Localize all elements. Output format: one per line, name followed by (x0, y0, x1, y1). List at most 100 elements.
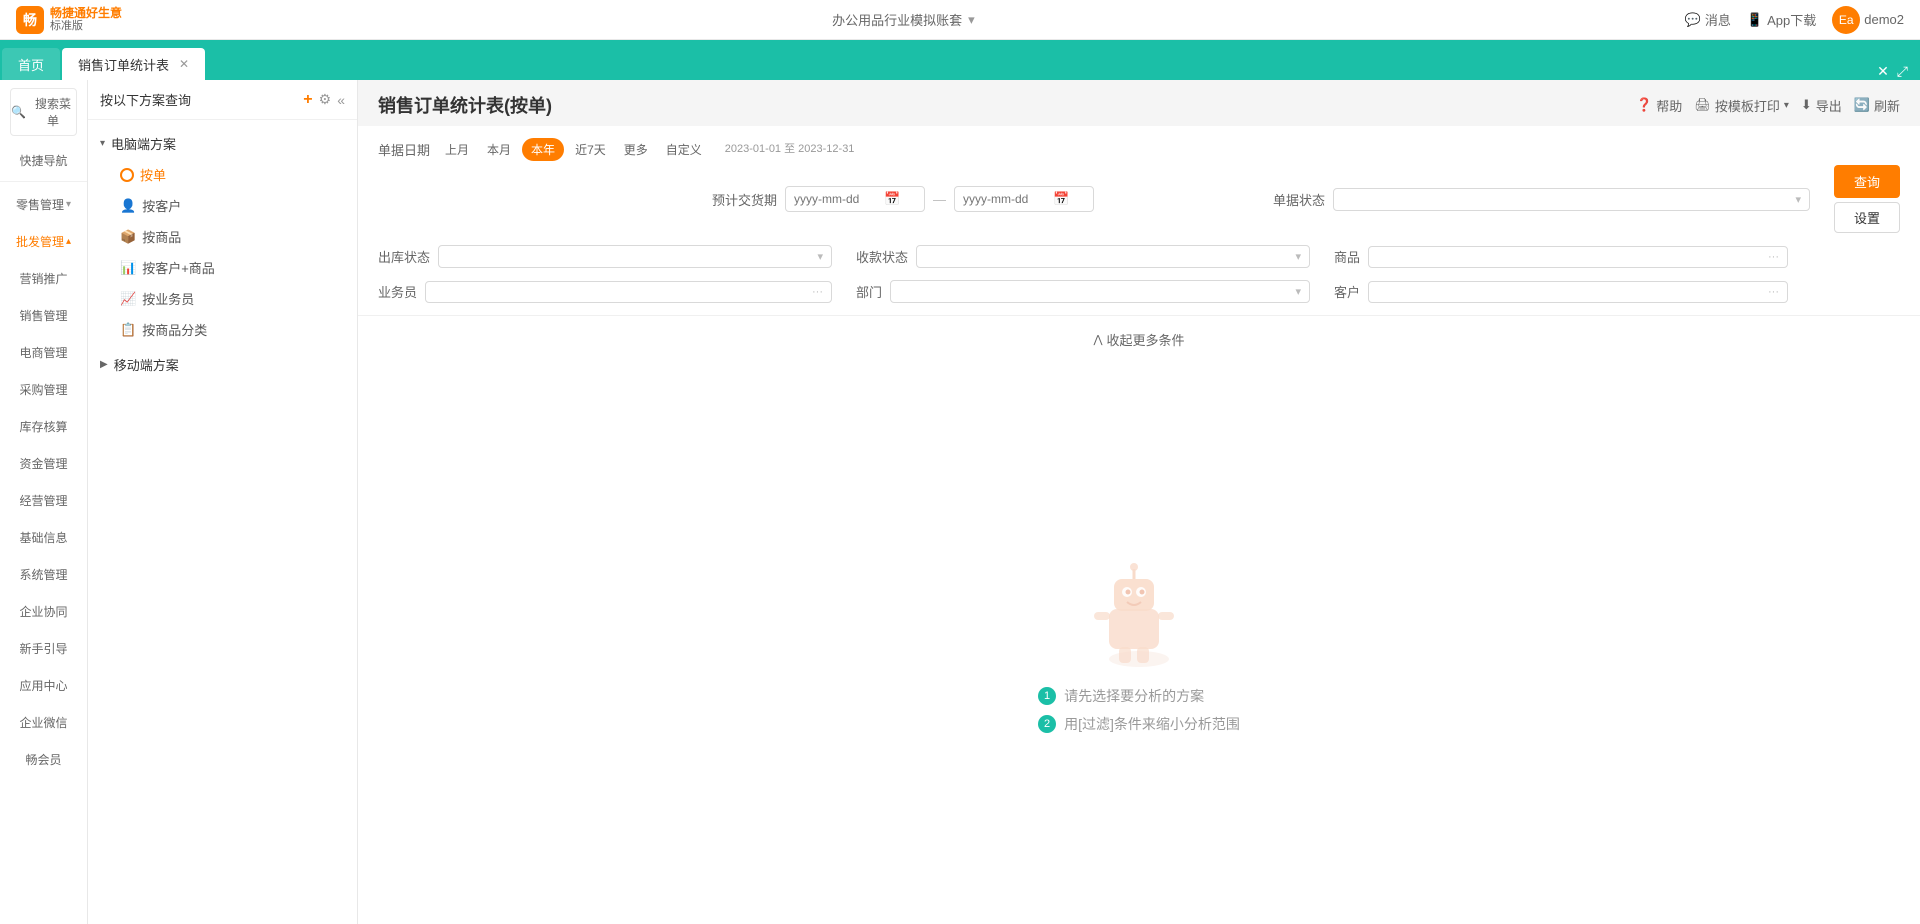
workspace-selector[interactable]: 办公用品行业模拟账套 ▾ (832, 10, 975, 29)
sidebar-item-newbie[interactable]: 新手引导 (0, 630, 87, 667)
sidebar-item-purchase[interactable]: 采购管理 (0, 371, 87, 408)
search-icon: 🔍 (11, 105, 26, 119)
out-status-chevron-icon: ▾ (817, 250, 823, 263)
tree-item-by-order[interactable]: 按单 (88, 159, 357, 190)
export-btn[interactable]: ⬇ 导出 (1801, 96, 1842, 115)
retail-arrow-icon: ▾ (66, 199, 71, 210)
customer-label: 客户 (1334, 282, 1360, 301)
date-range-text: 2023-01-01 至 2023-12-31 (725, 140, 855, 156)
tree-item-by-category[interactable]: 📋 按商品分类 (88, 314, 357, 345)
status-chevron-icon: ▾ (1795, 193, 1801, 206)
tree-section-desktop[interactable]: ▾ 电脑端方案 (88, 128, 357, 159)
tab-home-label: 首页 (18, 55, 44, 74)
user-avatar-area[interactable]: Ea demo2 (1832, 6, 1904, 34)
salesman-select[interactable]: ··· (425, 281, 832, 303)
left-panel-header: 按以下方案查询 + ⚙ « (88, 80, 357, 120)
help-btn[interactable]: ❓ 帮助 (1636, 96, 1682, 115)
empty-tip-2: 2 用[过滤]条件来缩小分析范围 (1038, 714, 1240, 734)
status-select[interactable]: ▾ (1333, 188, 1810, 211)
sidebar-item-retail[interactable]: 零售管理 ▾ (0, 186, 87, 223)
filter-area: 单据日期 上月 本月 本年 近7天 更多 自定义 2023-01-0 (358, 126, 1920, 363)
by-order-circle-icon (120, 168, 134, 182)
add-scheme-btn[interactable]: + (303, 91, 312, 109)
goods-select[interactable]: ··· (1368, 246, 1788, 268)
tab-bar-right: ✕ ⤢ (1877, 63, 1920, 80)
goods-label: 商品 (1334, 247, 1360, 266)
expected-date-end[interactable] (963, 192, 1053, 206)
sidebar-item-enterprise[interactable]: 企业协同 (0, 593, 87, 630)
tree-section-mobile[interactable]: ▶ 移动端方案 (88, 349, 357, 380)
finance-label: 资金管理 (19, 455, 67, 472)
template-print-btn[interactable]: 🖨 按模板打印 ▾ (1694, 96, 1789, 115)
messages-btn[interactable]: 💬 消息 (1685, 10, 1731, 29)
tree-item-by-salesman[interactable]: 📈 按业务员 (88, 283, 357, 314)
collapse-row: ⋀ 收起更多条件 (358, 315, 1920, 363)
tree-item-by-cust-goods[interactable]: 📊 按客户+商品 (88, 252, 357, 283)
expected-date-start[interactable] (794, 192, 884, 206)
receipt-status-label: 收款状态 (856, 247, 908, 266)
dept-select[interactable]: ▾ (890, 280, 1310, 303)
date-tab-7days[interactable]: 近7天 (568, 138, 613, 161)
export-icon: ⬇ (1801, 97, 1812, 113)
inventory-label: 库存核算 (19, 418, 67, 435)
customer-select[interactable]: ··· (1368, 281, 1788, 303)
out-status-select[interactable]: ▾ (438, 245, 832, 268)
refresh-label: 刷新 (1874, 96, 1900, 115)
collapse-label: 收起更多条件 (1107, 330, 1185, 349)
sidebar-item-basic[interactable]: 基础信息 (0, 519, 87, 556)
tab-maximize-icon[interactable]: ⤢ (1897, 63, 1908, 80)
search-menu-btn[interactable]: 🔍 搜索菜单 (10, 88, 77, 136)
basic-label: 基础信息 (19, 529, 67, 546)
tab-close-window-icon[interactable]: ✕ (1877, 63, 1889, 80)
sidebar-item-member[interactable]: 畅会员 (0, 741, 87, 778)
date-tab-last-month[interactable]: 上月 (438, 138, 476, 161)
top-bar-right: 💬 消息 📱 App下载 Ea demo2 (1685, 6, 1904, 34)
sidebar-item-wholesale[interactable]: 批发管理 ▴ (0, 223, 87, 260)
tab-close-icon[interactable]: ✕ (179, 57, 189, 71)
refresh-btn[interactable]: 🔄 刷新 (1854, 96, 1900, 115)
tab-home[interactable]: 首页 (2, 48, 60, 80)
sidebar-item-app-center[interactable]: 应用中心 (0, 667, 87, 704)
sidebar-item-marketing[interactable]: 营销推广 (0, 260, 87, 297)
app-download-label: App下载 (1767, 10, 1816, 29)
date-tab-this-month[interactable]: 本月 (480, 138, 518, 161)
quick-nav-btn[interactable]: 快捷导航 (0, 144, 87, 177)
workspace-dropdown-arrow: ▾ (968, 12, 975, 28)
wholesale-label: 批发管理 ▴ (16, 233, 71, 250)
sidebar-item-wechat[interactable]: 企业微信 (0, 704, 87, 741)
sidebar-item-finance[interactable]: 资金管理 (0, 445, 87, 482)
receipt-status-select[interactable]: ▾ (916, 245, 1310, 268)
template-print-icon: 🖨 (1694, 97, 1711, 113)
collapse-panel-btn[interactable]: « (337, 92, 345, 108)
app-center-label: 应用中心 (19, 677, 67, 694)
template-print-arrow: ▾ (1784, 100, 1789, 111)
tab-sales-stat[interactable]: 销售订单统计表 ✕ (62, 48, 205, 80)
collapse-btn[interactable]: ⋀ 收起更多条件 (1077, 324, 1200, 355)
sidebar-item-system[interactable]: 系统管理 (0, 556, 87, 593)
app-download-icon: 📱 (1747, 12, 1763, 28)
template-print-label: 按模板打印 (1715, 96, 1780, 115)
date-tab-custom[interactable]: 自定义 (659, 138, 709, 161)
calendar-icon-2: 📅 (1053, 191, 1069, 207)
workspace-title: 办公用品行业模拟账套 (832, 10, 962, 29)
purchase-label: 采购管理 (19, 381, 67, 398)
tree-item-by-goods[interactable]: 📦 按商品 (88, 221, 357, 252)
settings-scheme-btn[interactable]: ⚙ (319, 91, 332, 108)
query-btn[interactable]: 查询 (1834, 165, 1900, 198)
tree-section-mobile-label: 移动端方案 (114, 355, 179, 374)
salesman-label: 业务员 (378, 282, 417, 301)
date-tab-this-year[interactable]: 本年 (522, 138, 564, 161)
date-tab-more[interactable]: 更多 (617, 138, 655, 161)
tree-section-desktop-label: 电脑端方案 (111, 134, 176, 153)
tree-item-by-customer[interactable]: 👤 按客户 (88, 190, 357, 221)
settings-btn[interactable]: 设置 (1834, 202, 1900, 233)
sidebar-item-ecom[interactable]: 电商管理 (0, 334, 87, 371)
sidebar-search: 🔍 搜索菜单 (0, 80, 87, 144)
app-download-btn[interactable]: 📱 App下载 (1747, 10, 1816, 29)
sidebar-item-inventory[interactable]: 库存核算 (0, 408, 87, 445)
sidebar-item-operation[interactable]: 经营管理 (0, 482, 87, 519)
system-label: 系统管理 (19, 566, 67, 583)
date-separator: — (933, 192, 946, 207)
sidebar-item-sales[interactable]: 销售管理 (0, 297, 87, 334)
tip-2-text: 用[过滤]条件来缩小分析范围 (1064, 714, 1240, 734)
